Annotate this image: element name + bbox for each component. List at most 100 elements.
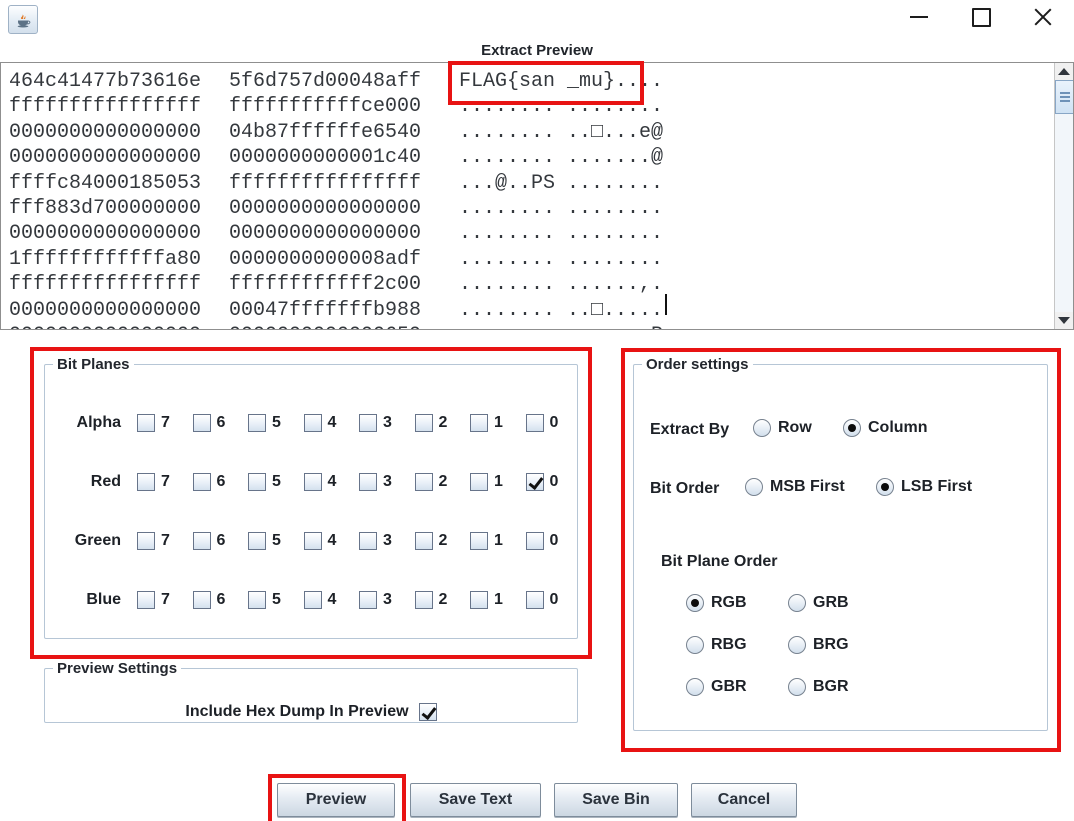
maximize-button[interactable] — [950, 0, 1012, 34]
red-bit-6-checkbox[interactable] — [192, 473, 211, 491]
alpha-bit-1-checkbox[interactable] — [470, 414, 488, 432]
cancel-button[interactable]: Cancel — [691, 783, 797, 817]
preview-settings-panel: Preview Settings Include Hex Dump In Pre… — [44, 660, 578, 723]
bit-number-label: 3 — [383, 473, 392, 490]
bit-plane-order-label: GRB — [813, 594, 849, 611]
alpha-bit-0-checkbox[interactable] — [525, 414, 544, 432]
save-text-button[interactable]: Save Text — [410, 783, 541, 817]
blue-bit-5-checkbox[interactable] — [248, 591, 266, 609]
alpha-bit-3-checkbox[interactable] — [359, 414, 377, 432]
scrollbar-thumb[interactable] — [1055, 80, 1073, 114]
red-bit-5-checkbox[interactable] — [248, 473, 266, 491]
bit-plane-order-radio-rbg[interactable] — [686, 636, 704, 654]
hex-group-1: 464c41477b73616e — [9, 70, 202, 93]
bit-cell: 4 — [303, 414, 336, 432]
bit-plane-order-label: RGB — [711, 594, 747, 611]
green-bit-6-checkbox[interactable] — [192, 532, 211, 550]
alpha-bit-2-checkbox[interactable] — [414, 414, 433, 432]
green-bit-5-checkbox[interactable] — [248, 532, 266, 550]
green-bit-0-checkbox[interactable] — [525, 532, 544, 550]
extract-by-radio-column[interactable] — [843, 419, 861, 437]
scroll-down-button[interactable] — [1055, 312, 1073, 329]
bit-number-label: 6 — [216, 591, 226, 608]
red-bit-0-checkbox[interactable] — [525, 473, 544, 491]
hex-dump-row: fff883d700000000 0000000000000000........… — [1, 197, 1054, 222]
alpha-bit-5-checkbox[interactable] — [248, 414, 266, 432]
hex-group-2: 0000000000000000 — [229, 196, 422, 220]
bit-cell: 4 — [303, 532, 336, 550]
bit-order-radio-lsb-first[interactable] — [876, 478, 894, 496]
alpha-bit-4-checkbox[interactable] — [303, 414, 322, 432]
bit-plane-order-option: BGR — [788, 678, 849, 696]
red-bit-4-checkbox[interactable] — [303, 473, 322, 491]
blue-bit-6-checkbox[interactable] — [192, 591, 211, 609]
bit-cell: 5 — [248, 591, 281, 609]
red-bit-3-checkbox[interactable] — [359, 473, 377, 491]
green-bit-1-checkbox[interactable] — [470, 532, 488, 550]
bit-cell: 1 — [470, 532, 503, 550]
alpha-bit-7-checkbox[interactable] — [137, 414, 155, 432]
bit-plane-order-option: GRB — [788, 594, 849, 612]
include-hex-dump-label: Include Hex Dump In Preview — [185, 703, 409, 720]
bit-cell: 0 — [525, 414, 558, 432]
bit-order-radio-msb-first[interactable] — [745, 478, 763, 496]
bit-number-label: 3 — [383, 591, 392, 608]
close-icon — [1033, 7, 1053, 27]
blue-bit-0-checkbox[interactable] — [525, 591, 544, 609]
bit-plane-order-radio-grb[interactable] — [788, 594, 806, 612]
hex-group-1: ffffffffffffffff — [9, 95, 202, 119]
vertical-scrollbar[interactable] — [1054, 63, 1073, 329]
hex-group-2: 0000000000000000 — [229, 222, 422, 246]
bit-plane-order-radio-brg[interactable] — [788, 636, 806, 654]
include-hex-dump-checkbox[interactable] — [418, 703, 437, 721]
bit-planes-panel: Bit Planes Alpha 7 6 5 4 3 2 1 0 Red 7 6 5 4 3 2 1 0 Green… — [44, 356, 578, 639]
extract-preview-textarea[interactable]: 464c41477b73616e 5f6d757d00048aff FLAG{san… — [0, 62, 1074, 330]
hex-group-1: 0000000000000000 — [9, 324, 201, 329]
bit-cell: 1 — [470, 591, 503, 609]
bit-cell: 5 — [248, 532, 281, 550]
bit-plane-order-option: GBR — [686, 678, 747, 696]
ascii-column: ........ ........ — [459, 222, 664, 246]
hex-group-1: ffffffffffffffff — [9, 273, 202, 297]
alpha-bit-6-checkbox[interactable] — [192, 414, 211, 432]
green-bit-7-checkbox[interactable] — [137, 532, 155, 550]
bit-plane-order-radio-rgb[interactable] — [686, 594, 704, 612]
scroll-up-button[interactable] — [1055, 63, 1073, 80]
bit-number-label: 5 — [272, 532, 281, 549]
bit-plane-order-label: BGR — [813, 678, 849, 695]
blue-bit-3-checkbox[interactable] — [359, 591, 377, 609]
bit-order-option: MSB First — [745, 478, 845, 496]
hex-group-1: 1ffffffffffffa80 — [9, 247, 202, 271]
red-bit-2-checkbox[interactable] — [414, 473, 433, 491]
bit-cell: 3 — [359, 473, 392, 491]
extract-by-radio-row[interactable] — [753, 419, 771, 437]
bit-number-label: 6 — [216, 473, 226, 490]
bit-number-label: 3 — [383, 414, 392, 431]
save-bin-button[interactable]: Save Bin — [554, 783, 678, 817]
green-bit-4-checkbox[interactable] — [303, 532, 322, 550]
close-button[interactable] — [1012, 0, 1074, 34]
blue-bit-2-checkbox[interactable] — [414, 591, 433, 609]
green-bit-2-checkbox[interactable] — [414, 532, 433, 550]
ascii-column: ........ ........ — [459, 95, 664, 119]
page-title: Extract Preview — [481, 42, 593, 59]
ascii-column: FLAG{san _mu}.... — [459, 70, 664, 93]
blue-bit-1-checkbox[interactable] — [470, 591, 488, 609]
red-bit-7-checkbox[interactable] — [137, 473, 155, 491]
red-bit-1-checkbox[interactable] — [470, 473, 488, 491]
ascii-column: ........ ......,. — [459, 273, 664, 297]
bit-number-label: 0 — [549, 532, 559, 549]
bit-plane-order-radio-bgr[interactable] — [788, 678, 806, 696]
minimize-button[interactable] — [888, 0, 950, 34]
preview-button[interactable]: Preview — [277, 783, 395, 817]
window-menu-button[interactable] — [8, 5, 38, 34]
hex-dump-row: ffffffffffffffff ffffffffffff2c00........… — [1, 273, 1054, 298]
bit-plane-order-label: GBR — [711, 678, 747, 695]
blue-bit-4-checkbox[interactable] — [303, 591, 322, 609]
bit-cell: 2 — [414, 532, 447, 550]
bit-number-label: 1 — [494, 473, 503, 490]
blue-bit-7-checkbox[interactable] — [137, 591, 155, 609]
green-bit-3-checkbox[interactable] — [359, 532, 377, 550]
bit-order-label: MSB First — [770, 478, 845, 495]
bit-plane-order-radio-gbr[interactable] — [686, 678, 704, 696]
